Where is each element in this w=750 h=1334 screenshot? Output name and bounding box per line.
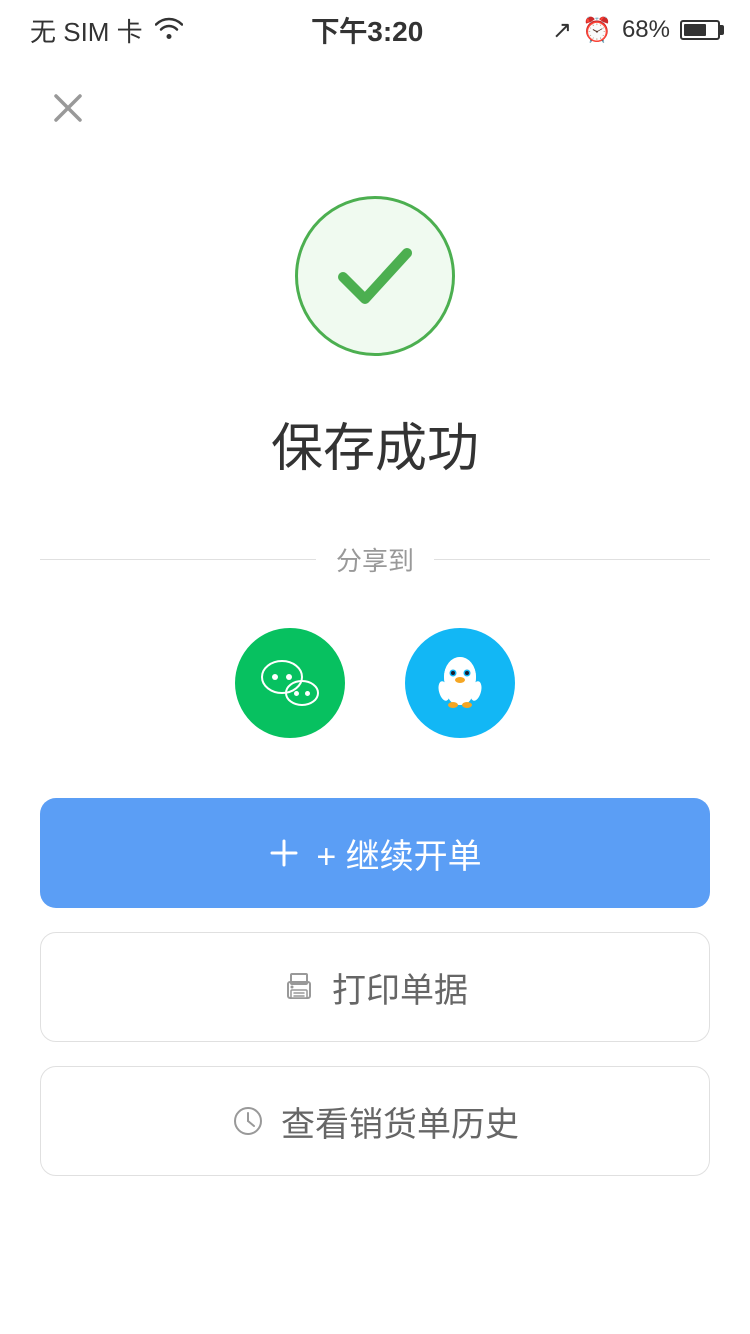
share-divider: 分享到 bbox=[40, 541, 710, 578]
continue-order-label: + 继续开单 bbox=[316, 829, 481, 878]
status-left: 无 SIM 卡 bbox=[30, 12, 183, 49]
status-time: 下午3:20 bbox=[311, 10, 423, 50]
history-label: 查看销货单历史 bbox=[281, 1097, 519, 1146]
print-button[interactable]: 打印单据 bbox=[40, 932, 710, 1042]
action-buttons: + 继续开单 打印单据 查看销货单历史 bbox=[0, 798, 750, 1176]
battery-text: 68% bbox=[622, 16, 670, 44]
wechat-share-button[interactable] bbox=[235, 628, 345, 738]
qq-share-button[interactable] bbox=[405, 628, 515, 738]
share-section: 分享到 bbox=[0, 541, 750, 738]
success-check-circle bbox=[295, 196, 455, 356]
continue-order-button[interactable]: + 继续开单 bbox=[40, 798, 710, 908]
status-right: ↗ ⏰ 68% bbox=[552, 16, 720, 45]
alarm-icon: ⏰ bbox=[582, 16, 612, 45]
no-sim-text: 无 SIM 卡 bbox=[30, 12, 143, 49]
success-content: 保存成功 分享到 bbox=[0, 156, 750, 1236]
share-label: 分享到 bbox=[336, 541, 414, 578]
wifi-icon bbox=[155, 15, 183, 46]
view-history-button[interactable]: 查看销货单历史 bbox=[40, 1066, 710, 1176]
battery-icon bbox=[680, 20, 720, 40]
print-label: 打印单据 bbox=[332, 963, 468, 1012]
location-icon: ↗ bbox=[552, 16, 572, 45]
share-icons bbox=[40, 628, 710, 738]
status-bar: 无 SIM 卡 下午3:20 ↗ ⏰ 68% bbox=[0, 0, 750, 60]
close-button[interactable] bbox=[40, 80, 96, 136]
close-area bbox=[0, 60, 750, 156]
success-title: 保存成功 bbox=[271, 406, 479, 481]
